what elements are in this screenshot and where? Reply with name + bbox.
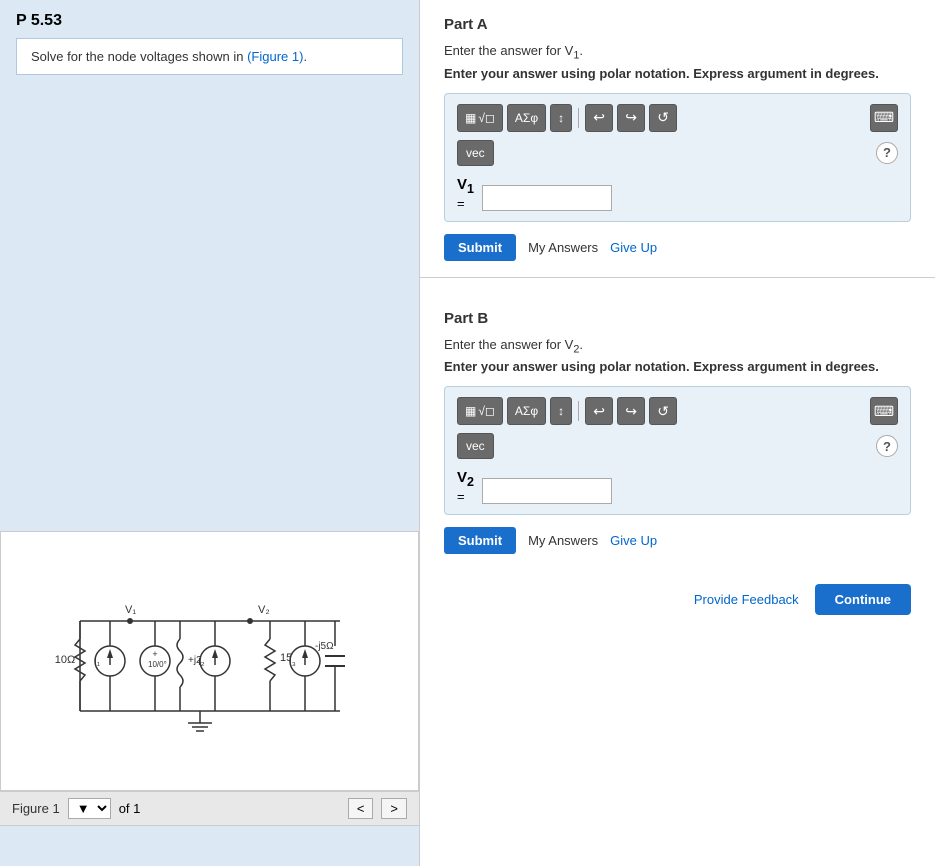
- figure-label: Figure 1: [12, 801, 60, 816]
- part-b-section: Part B Enter the answer for V2. Enter yo…: [444, 294, 911, 555]
- arrow-icon: ↕: [558, 111, 564, 125]
- part-b-answer-input[interactable]: [482, 478, 612, 504]
- sigma-label: ΑΣφ: [515, 111, 538, 125]
- description-end: .: [303, 49, 307, 64]
- part-b-matrix-btn[interactable]: ▦ √◻: [457, 397, 503, 425]
- part-a-keyboard-btn[interactable]: ⌨: [870, 104, 898, 132]
- part-b-arrow-btn[interactable]: ↕: [550, 397, 572, 425]
- part-a-refresh-btn[interactable]: ↺: [649, 104, 677, 132]
- part-a-undo-btn[interactable]: ↩: [585, 104, 613, 132]
- problem-description: Solve for the node voltages shown in (Fi…: [16, 38, 403, 75]
- part-b-answer-box: ▦ √◻ ΑΣφ ↕ ↩ ↪ ↺ ⌨ vec ?: [444, 386, 911, 515]
- part-b-input-row: V2 =: [457, 469, 898, 504]
- part-b-my-answers-link[interactable]: My Answers: [528, 533, 598, 548]
- part-b-arrow-icon: ↕: [558, 404, 564, 418]
- figure-prev-button[interactable]: <: [348, 798, 374, 819]
- part-a-my-answers-link[interactable]: My Answers: [528, 240, 598, 255]
- part-a-sigma-btn[interactable]: ΑΣφ: [507, 104, 546, 132]
- description-text: Solve for the node voltages shown in: [31, 49, 247, 64]
- part-b-keyboard-btn[interactable]: ⌨: [870, 397, 898, 425]
- part-a-answer-input[interactable]: [482, 185, 612, 211]
- part-a-instruction2: Enter your answer using polar notation. …: [444, 66, 911, 81]
- part-a-help-btn[interactable]: ?: [876, 142, 898, 164]
- part-a-matrix-btn[interactable]: ▦ √◻: [457, 104, 503, 132]
- part-a-instruction1: Enter the answer for V1.: [444, 43, 911, 62]
- svg-text:+: +: [152, 649, 157, 659]
- svg-text:-j5Ω: -j5Ω: [315, 641, 334, 652]
- part-b-instruction1: Enter the answer for V2.: [444, 337, 911, 356]
- part-b-instruction2: Enter your answer using polar notation. …: [444, 359, 911, 374]
- svg-text:10/0°: 10/0°: [148, 660, 167, 669]
- part-b-give-up-link[interactable]: Give Up: [610, 533, 657, 548]
- part-a-title: Part A: [444, 16, 911, 33]
- part-a-section: Part A Enter the answer for V1. Enter yo…: [444, 0, 911, 261]
- part-a-input-row: V1 =: [457, 176, 898, 211]
- svg-text:I₂: I₂: [198, 657, 205, 668]
- matrix-icon: ▦: [465, 111, 476, 125]
- figure-of: of 1: [119, 801, 141, 816]
- bottom-row: Provide Feedback Continue: [444, 574, 911, 615]
- sqrt-icon: √◻: [478, 111, 495, 125]
- part-a-arrow-btn[interactable]: ↕: [550, 104, 572, 132]
- left-panel: P 5.53 Solve for the node voltages shown…: [0, 0, 420, 866]
- part-b-redo-btn[interactable]: ↪: [617, 397, 645, 425]
- part-b-sigma-btn[interactable]: ΑΣφ: [507, 397, 546, 425]
- continue-button[interactable]: Continue: [815, 584, 911, 615]
- circuit-container: 10Ω + 10/0° V₁: [0, 531, 419, 791]
- part-b-var-label: V2 =: [457, 469, 474, 504]
- part-a-submit-button[interactable]: Submit: [444, 234, 516, 261]
- part-b-sigma-label: ΑΣφ: [515, 404, 538, 418]
- right-panel: Part A Enter the answer for V1. Enter yo…: [420, 0, 935, 866]
- part-b-toolbar-sep: [578, 401, 579, 421]
- figure-select[interactable]: ▼: [68, 798, 111, 819]
- part-b-vec-btn[interactable]: vec: [457, 433, 494, 459]
- part-b-refresh-btn[interactable]: ↺: [649, 397, 677, 425]
- svg-text:V₁: V₁: [125, 604, 136, 616]
- svg-text:V₂: V₂: [258, 604, 270, 616]
- part-b-matrix-icon: ▦: [465, 404, 476, 418]
- part-b-submit-button[interactable]: Submit: [444, 527, 516, 554]
- part-a-toolbar: ▦ √◻ ΑΣφ ↕ ↩ ↪ ↺ ⌨: [457, 104, 898, 132]
- svg-text:I₃: I₃: [289, 657, 296, 668]
- problem-title: P 5.53: [0, 0, 419, 38]
- part-b-vec-row: vec ?: [457, 433, 898, 459]
- part-b-actions: Submit My Answers Give Up: [444, 527, 911, 554]
- part-a-redo-btn[interactable]: ↪: [617, 104, 645, 132]
- figure-controls: Figure 1 ▼ of 1 < >: [0, 791, 419, 826]
- part-a-vec-row: vec ?: [457, 140, 898, 166]
- figure-next-button[interactable]: >: [381, 798, 407, 819]
- part-a-give-up-link[interactable]: Give Up: [610, 240, 657, 255]
- toolbar-sep-1: [578, 108, 579, 128]
- part-b-help-btn[interactable]: ?: [876, 435, 898, 457]
- part-b-title: Part B: [444, 310, 911, 327]
- circuit-diagram: 10Ω + 10/0° V₁: [40, 561, 380, 761]
- svg-text:10Ω: 10Ω: [54, 654, 74, 666]
- part-a-actions: Submit My Answers Give Up: [444, 234, 911, 261]
- figure-link[interactable]: (Figure 1): [247, 49, 303, 64]
- provide-feedback-link[interactable]: Provide Feedback: [694, 592, 799, 607]
- part-b-toolbar: ▦ √◻ ΑΣφ ↕ ↩ ↪ ↺ ⌨: [457, 397, 898, 425]
- part-a-var-label: V1 =: [457, 176, 474, 211]
- part-a-vec-btn[interactable]: vec: [457, 140, 494, 166]
- left-bottom-area: [0, 826, 419, 866]
- figure-area: 10Ω + 10/0° V₁: [0, 87, 419, 866]
- part-a-answer-box: ▦ √◻ ΑΣφ ↕ ↩ ↪ ↺ ⌨ vec ?: [444, 93, 911, 222]
- part-b-sqrt-icon: √◻: [478, 404, 495, 418]
- part-divider: [420, 277, 935, 278]
- svg-text:I₁: I₁: [94, 657, 101, 668]
- part-b-undo-btn[interactable]: ↩: [585, 397, 613, 425]
